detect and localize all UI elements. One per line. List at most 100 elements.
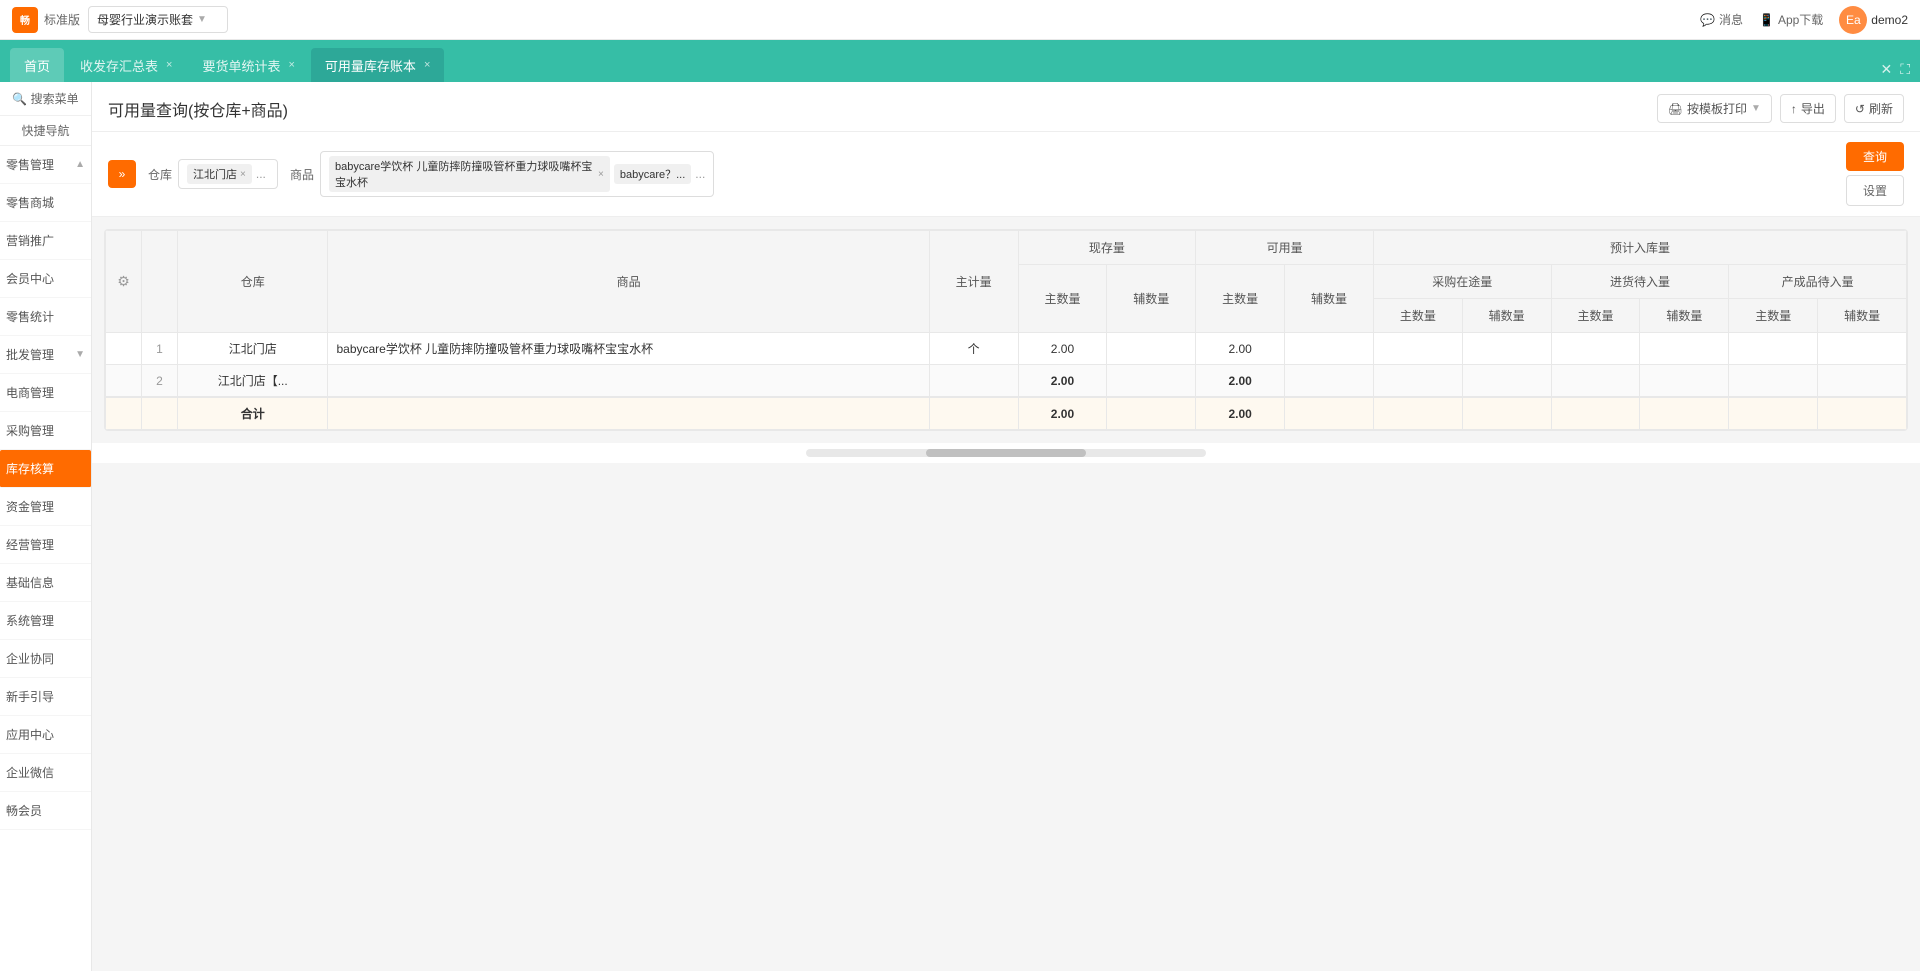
tab-available-stock-close[interactable]: × — [424, 59, 430, 71]
export-btn[interactable]: ↑ 导出 — [1780, 94, 1836, 123]
footer-product-main — [1729, 397, 1818, 430]
row2-product — [328, 365, 929, 398]
product-more[interactable]: ... — [695, 167, 705, 181]
product-tag1-close[interactable]: × — [598, 169, 604, 180]
row1-product: babycare学饮杯 儿童防摔防撞吸管杯重力球吸嘴杯宝宝水杯 — [328, 333, 929, 365]
filter-toggle-btn[interactable]: » — [108, 160, 136, 188]
sidebar-item-operations[interactable]: 经营管理 — [0, 526, 91, 564]
warehouse-input[interactable]: 江北门店 × ... — [178, 159, 278, 189]
row1-unit: 个 — [929, 333, 1018, 365]
print-icon: 🖨 — [1668, 102, 1683, 116]
filter-bar: » 仓库 江北门店 × ... 商品 babycare学饮杯 儿童防摔防撞吸管杯… — [92, 132, 1920, 217]
user-area[interactable]: Ea demo2 — [1839, 6, 1908, 34]
col-product: 商品 — [328, 231, 929, 333]
sidebar-item-retail-stats[interactable]: 零售统计 — [0, 298, 91, 336]
tab-receipts[interactable]: 收发存汇总表 × — [66, 48, 186, 82]
sidebar-item-app-center[interactable]: 应用中心 — [0, 716, 91, 754]
sidebar-quick-nav[interactable]: 快捷导航 — [0, 116, 91, 146]
app-download-action[interactable]: 📱 App下载 — [1759, 11, 1823, 28]
horizontal-scrollbar[interactable] — [806, 449, 1206, 457]
sidebar-item-ecommerce[interactable]: 电商管理 — [0, 374, 91, 412]
message-icon: 💬 — [1700, 13, 1715, 27]
page-title: 可用量查询(按仓库+商品) — [108, 97, 288, 121]
tab-order-stats[interactable]: 要货单统计表 × — [188, 48, 308, 82]
sidebar-item-purchase[interactable]: 采购管理 — [0, 412, 91, 450]
setting-btn[interactable]: 设置 — [1846, 175, 1904, 206]
col-main-unit: 主计量 — [929, 231, 1018, 333]
template-print-btn[interactable]: 🖨 按模板打印 ▼ — [1657, 94, 1772, 123]
sidebar-item-retail-mall[interactable]: 零售商城 — [0, 184, 91, 222]
top-bar-right: 💬 消息 📱 App下载 Ea demo2 — [1700, 6, 1908, 34]
tab-available-stock[interactable]: 可用量库存账本 × — [311, 48, 444, 82]
chevron-down-icon: ▼ — [197, 14, 207, 25]
scrollbar-thumb[interactable] — [926, 449, 1086, 457]
col-stock-aux: 辅数量 — [1107, 265, 1196, 333]
message-action[interactable]: 💬 消息 — [1700, 11, 1743, 28]
nav-tabs: 首页 收发存汇总表 × 要货单统计表 × 可用量库存账本 × ✕ ⛶ — [0, 40, 1920, 82]
row2-warehouse: 江北门店【... — [178, 365, 328, 398]
row2-product-main — [1729, 365, 1818, 398]
phone-icon: 📱 — [1759, 13, 1774, 27]
sidebar-item-basic-info[interactable]: 基础信息 — [0, 564, 91, 602]
col-purchase-transit: 采购在途量 — [1373, 265, 1551, 299]
warehouse-more[interactable]: ... — [256, 167, 266, 181]
sidebar: 🔍 搜索菜单 快捷导航 零售管理 ▲ 零售商城 营销推广 会员中心 零售统计 批… — [0, 82, 92, 971]
product-filter: 商品 babycare学饮杯 儿童防摔防撞吸管杯重力球吸嘴杯宝宝水杯 × bab… — [290, 151, 714, 197]
footer-num — [142, 397, 178, 430]
row2-purchase-aux — [1462, 365, 1551, 398]
sidebar-item-zero-retail[interactable]: 零售管理 ▲ — [0, 146, 91, 184]
table-row: 1 江北门店 babycare学饮杯 儿童防摔防撞吸管杯重力球吸嘴杯宝宝水杯 个… — [106, 333, 1907, 365]
settings-icon[interactable]: ⚙ — [117, 273, 130, 289]
chevron-right-icon: » — [119, 167, 126, 181]
col-product-main: 主数量 — [1729, 299, 1818, 333]
sidebar-item-guide[interactable]: 新手引导 — [0, 678, 91, 716]
tab-receipts-close[interactable]: × — [166, 59, 172, 71]
col-available-main: 主数量 — [1196, 265, 1285, 333]
product-tag1: babycare学饮杯 儿童防摔防撞吸管杯重力球吸嘴杯宝宝水杯 × — [329, 156, 610, 192]
product-input[interactable]: babycare学饮杯 儿童防摔防撞吸管杯重力球吸嘴杯宝宝水杯 × babyca… — [320, 151, 714, 197]
sidebar-item-wholesale[interactable]: 批发管理 ▼ — [0, 336, 91, 374]
logo-area: 畅 标准版 — [12, 7, 80, 33]
col-available: 可用量 — [1196, 231, 1374, 265]
table-footer-row: 合计 2.00 2.00 — [106, 397, 1907, 430]
page-actions: 🖨 按模板打印 ▼ ↑ 导出 ↺ 刷新 — [1657, 94, 1904, 123]
sidebar-item-wecom[interactable]: 企业微信 — [0, 754, 91, 792]
sidebar-search[interactable]: 🔍 搜索菜单 — [0, 82, 91, 116]
row2-incoming-main — [1551, 365, 1640, 398]
sidebar-item-member2[interactable]: 畅会员 — [0, 792, 91, 830]
footer-avail-aux — [1285, 397, 1374, 430]
row1-gear[interactable] — [106, 333, 142, 365]
sidebar-item-inventory[interactable]: 库存核算 — [0, 450, 91, 488]
username: demo2 — [1871, 13, 1908, 27]
query-btn[interactable]: 查询 — [1846, 142, 1904, 171]
row2-gear — [106, 365, 142, 398]
row1-incoming-main — [1551, 333, 1640, 365]
industry-select[interactable]: 母婴行业演示账套 ▼ — [88, 6, 228, 33]
product-tag2: babycare？... — [614, 164, 691, 184]
sidebar-item-enterprise[interactable]: 企业协同 — [0, 640, 91, 678]
warehouse-tag-close[interactable]: × — [240, 169, 246, 180]
sidebar-item-finance[interactable]: 资金管理 — [0, 488, 91, 526]
sidebar-item-marketing[interactable]: 营销推广 — [0, 222, 91, 260]
sidebar-item-system[interactable]: 系统管理 — [0, 602, 91, 640]
footer-label: 合计 — [178, 397, 328, 430]
table-row-subtotal: 2 江北门店【... 2.00 2.00 — [106, 365, 1907, 398]
close-window-icon[interactable]: ✕ — [1880, 61, 1892, 78]
footer-product-aux — [1818, 397, 1907, 430]
col-num — [142, 231, 178, 333]
col-incoming-aux: 辅数量 — [1640, 299, 1729, 333]
refresh-btn[interactable]: ↺ 刷新 — [1844, 94, 1904, 123]
col-gear: ⚙ — [106, 231, 142, 333]
tab-home[interactable]: 首页 — [10, 48, 64, 82]
expand-icon[interactable]: ⛶ — [1900, 61, 1910, 78]
row2-purchase-main — [1373, 365, 1462, 398]
sidebar-item-member[interactable]: 会员中心 — [0, 260, 91, 298]
row1-incoming-aux — [1640, 333, 1729, 365]
export-icon: ↑ — [1791, 102, 1797, 116]
tab-order-stats-close[interactable]: × — [288, 59, 294, 71]
row1-avail-main: 2.00 — [1196, 333, 1285, 365]
row1-purchase-aux — [1462, 333, 1551, 365]
content: 可用量查询(按仓库+商品) 🖨 按模板打印 ▼ ↑ 导出 ↺ 刷新 — [92, 82, 1920, 971]
nav-right-icons: ✕ ⛶ — [1880, 61, 1910, 82]
chevron-down-icon: ▼ — [75, 349, 85, 360]
